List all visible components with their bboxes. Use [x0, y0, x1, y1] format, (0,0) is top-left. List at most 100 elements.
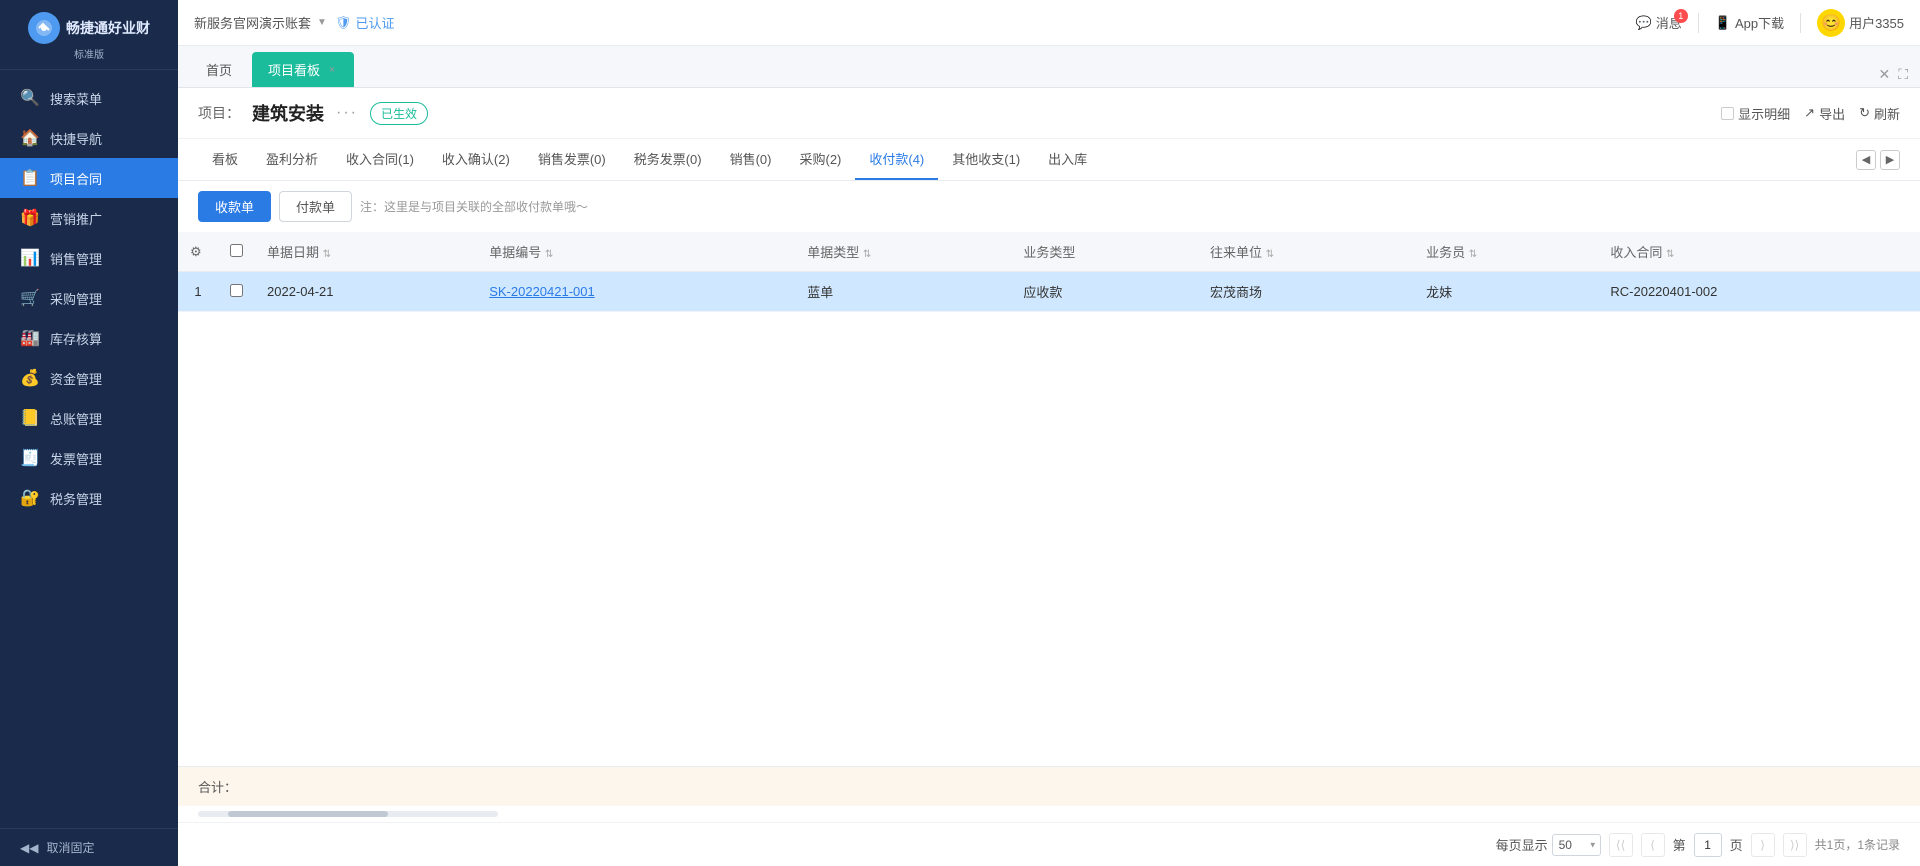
pagination: 每页显示 50 100 200 ⟨⟨ ⟨ 第 页 ⟩ ⟩⟩ 共1页，1条: [178, 822, 1920, 866]
partner-sort-icon[interactable]: ⇅: [1266, 249, 1274, 260]
sub-tab-sales[interactable]: 销售(0): [716, 139, 786, 180]
toggle-note: 注：这里是与项目关联的全部收付款单哦～: [360, 198, 588, 215]
project-more-button[interactable]: ···: [336, 104, 358, 122]
payment-toggle-button[interactable]: 付款单: [279, 191, 352, 222]
settings-icon[interactable]: ⚙: [190, 244, 202, 259]
table-head: ⚙ 单据日期 ⇅ 单据编号 ⇅: [178, 232, 1920, 272]
sub-tab-income-confirm[interactable]: 收入确认(2): [428, 139, 524, 180]
row-number-link-1[interactable]: SK-20220421-001: [489, 284, 595, 299]
salesperson-sort-icon[interactable]: ⇅: [1469, 249, 1477, 260]
purchase-icon: 🛒: [20, 288, 40, 308]
sidebar-item-capital[interactable]: 💰 资金管理: [0, 358, 178, 398]
first-page-button[interactable]: ⟨⟨: [1609, 833, 1633, 857]
date-sort-icon[interactable]: ⇅: [323, 249, 331, 260]
toggle-bar: 收款单 付款单 注：这里是与项目关联的全部收付款单哦～: [178, 181, 1920, 232]
th-settings[interactable]: ⚙: [178, 232, 218, 272]
row-income-contract-1: RC-20220401-002: [1598, 272, 1920, 312]
tab-project-board-close[interactable]: ×: [326, 63, 338, 77]
th-doc-type: 单据类型 ⇅: [795, 232, 1011, 272]
sidebar-label-search: 搜索菜单: [50, 89, 102, 108]
sidebar-label-inventory: 库存核算: [50, 329, 102, 348]
sidebar-item-ledger[interactable]: 📒 总账管理: [0, 398, 178, 438]
tax-icon: 🔐: [20, 488, 40, 508]
tab-project-board[interactable]: 项目看板 ×: [252, 52, 354, 87]
sidebar-item-search[interactable]: 🔍 搜索菜单: [0, 78, 178, 118]
sidebar-item-tax[interactable]: 🔐 税务管理: [0, 478, 178, 518]
number-sort-icon[interactable]: ⇅: [545, 249, 553, 260]
row-date-1: 2022-04-21: [255, 272, 477, 312]
select-all-checkbox[interactable]: [230, 244, 243, 257]
sidebar-label-purchase: 采购管理: [50, 289, 102, 308]
main-area: 新服务官网演示账套 ▼ 🛡 已认证 💬 消息 1 📱 App下载 😊 用: [178, 0, 1920, 866]
income-contract-sort-icon[interactable]: ⇅: [1666, 249, 1674, 260]
app-download-label: App下载: [1735, 13, 1784, 32]
message-icon: 💬: [1636, 15, 1652, 31]
page-number-input[interactable]: [1694, 833, 1722, 857]
sub-nav: 看板 盈利分析 收入合同(1) 收入确认(2) 销售发票(0) 税务发票(0) …: [178, 139, 1920, 181]
row-checkbox-1[interactable]: [218, 272, 255, 312]
sidebar-item-purchase[interactable]: 🛒 采购管理: [0, 278, 178, 318]
sub-tab-sales-invoice[interactable]: 销售发票(0): [524, 139, 620, 180]
scrollbar-track[interactable]: [198, 811, 498, 817]
sales-icon: 📊: [20, 248, 40, 268]
last-page-button[interactable]: ⟩⟩: [1783, 833, 1807, 857]
table-row: 1 2022-04-21 SK-20220421-001 蓝单 应收款 宏茂商场: [178, 272, 1920, 312]
per-page-select-wrap[interactable]: 50 100 200: [1552, 834, 1601, 856]
sub-tab-tax-invoice[interactable]: 税务发票(0): [620, 139, 716, 180]
row-salesperson-1: 龙妹: [1414, 272, 1598, 312]
scrollbar-thumb[interactable]: [228, 811, 388, 817]
user-button[interactable]: 😊 用户3355: [1817, 9, 1904, 37]
show-detail-checkbox[interactable]: 显示明细: [1721, 104, 1790, 123]
sub-nav-prev-button[interactable]: ◀: [1856, 150, 1876, 170]
receipt-toggle-button[interactable]: 收款单: [198, 191, 271, 222]
refresh-button[interactable]: ↻ 刷新: [1859, 104, 1900, 123]
account-selector[interactable]: 新服务官网演示账套 ▼: [194, 13, 327, 32]
show-detail-checkbox-box[interactable]: [1721, 107, 1734, 120]
close-window-button[interactable]: ✕: [1878, 66, 1890, 83]
sidebar-item-marketing[interactable]: 🎁 营销推广: [0, 198, 178, 238]
sub-tab-profit[interactable]: 盈利分析: [252, 139, 332, 180]
page-suffix: 页: [1730, 835, 1743, 854]
sidebar-nav: 🔍 搜索菜单 🏠 快捷导航 📋 项目合同 🎁 营销推广 📊 销售管理 🛒 采购管…: [0, 70, 178, 828]
sidebar-item-project-contract[interactable]: 📋 项目合同: [0, 158, 178, 198]
project-status-badge: 已生效: [370, 102, 428, 125]
sidebar: 畅捷通好业财 标准版 🔍 搜索菜单 🏠 快捷导航 📋 项目合同 🎁 营销推广 📊…: [0, 0, 178, 866]
sidebar-label-invoice-mgmt: 发票管理: [50, 449, 102, 468]
sub-tab-kanban[interactable]: 看板: [198, 139, 252, 180]
sidebar-label-project-contract: 项目合同: [50, 169, 102, 188]
total-info: 共1页，1条记录: [1815, 836, 1900, 853]
page-label: 第: [1673, 835, 1686, 854]
row-num-1: 1: [178, 272, 218, 312]
sub-tab-purchase[interactable]: 采购(2): [785, 139, 855, 180]
sidebar-item-inventory[interactable]: 🏭 库存核算: [0, 318, 178, 358]
export-button[interactable]: ↗ 导出: [1804, 104, 1845, 123]
sub-tab-other-expense[interactable]: 其他收支(1): [938, 139, 1034, 180]
sidebar-unpin-button[interactable]: ◀◀ 取消固定: [0, 828, 178, 866]
user-label: 用户3355: [1849, 13, 1904, 32]
message-button[interactable]: 💬 消息 1: [1636, 13, 1682, 32]
scroll-area[interactable]: [178, 806, 1920, 822]
prev-page-button[interactable]: ⟨: [1641, 833, 1665, 857]
row-select-checkbox-1[interactable]: [230, 284, 243, 297]
app-download-button[interactable]: 📱 App下载: [1715, 13, 1784, 32]
user-avatar: 😊: [1817, 9, 1845, 37]
topbar-right: 💬 消息 1 📱 App下载 😊 用户3355: [1636, 9, 1904, 37]
th-salesperson: 业务员 ⇅: [1414, 232, 1598, 272]
sub-nav-next-button[interactable]: ▶: [1880, 150, 1900, 170]
per-page-select-input[interactable]: 50 100 200: [1552, 834, 1601, 856]
sidebar-item-quick-nav[interactable]: 🏠 快捷导航: [0, 118, 178, 158]
app-edition: 标准版: [74, 46, 104, 61]
doc-type-sort-icon[interactable]: ⇅: [863, 249, 871, 260]
sidebar-item-invoice-mgmt[interactable]: 🧾 发票管理: [0, 438, 178, 478]
th-checkbox[interactable]: [218, 232, 255, 272]
sub-tab-income-contract[interactable]: 收入合同(1): [332, 139, 428, 180]
account-name: 新服务官网演示账套: [194, 13, 311, 32]
row-number-1[interactable]: SK-20220421-001: [477, 272, 795, 312]
sidebar-item-sales[interactable]: 📊 销售管理: [0, 238, 178, 278]
sidebar-logo: 畅捷通好业财 标准版: [0, 0, 178, 70]
tab-home[interactable]: 首页: [190, 52, 248, 87]
next-page-button[interactable]: ⟩: [1751, 833, 1775, 857]
sub-tab-in-out[interactable]: 出入库: [1034, 139, 1101, 180]
sub-tab-receipt[interactable]: 收付款(4): [855, 139, 938, 180]
maximize-window-button[interactable]: ⛶: [1898, 66, 1908, 83]
